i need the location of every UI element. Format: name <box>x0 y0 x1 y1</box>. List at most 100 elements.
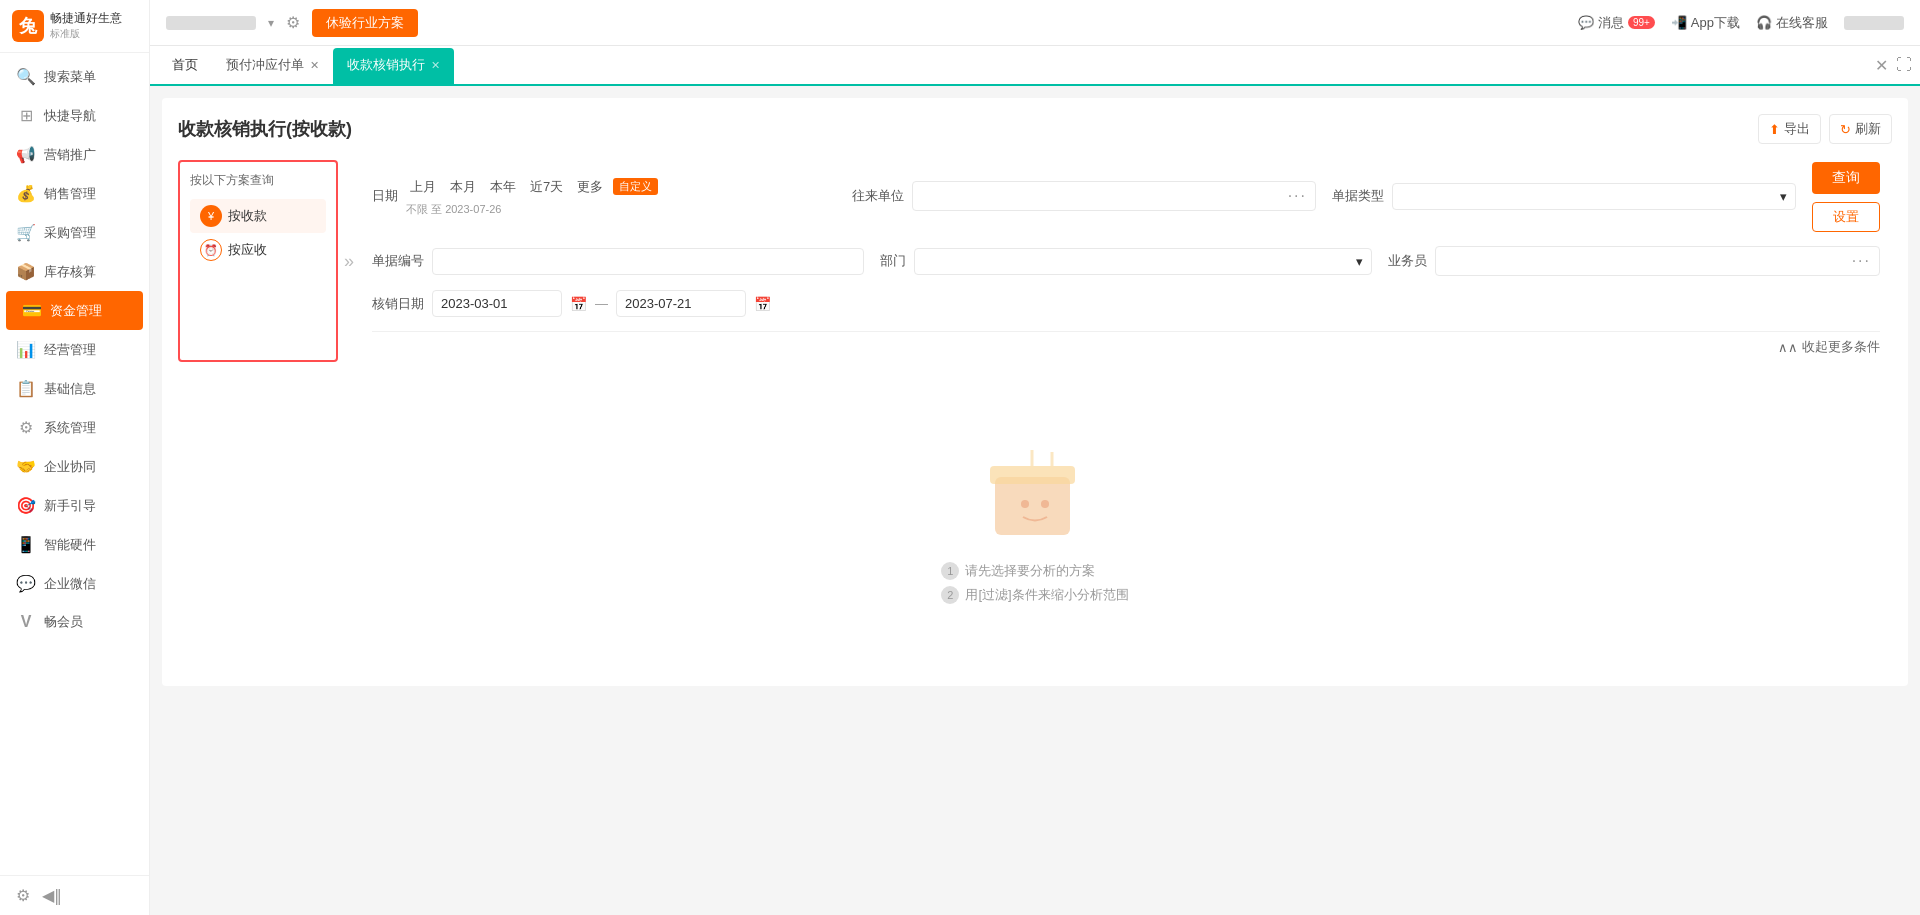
sidebar-item-purchase[interactable]: 🛒 采购管理 <box>0 213 149 252</box>
sidebar-nav: 🔍 搜索菜单 ⊞ 快捷导航 📢 营销推广 💰 销售管理 🛒 采购管理 📦 库存核… <box>0 53 149 875</box>
tab-home[interactable]: 首页 <box>158 48 212 84</box>
collapse-conditions-button[interactable]: ∧∧ 收起更多条件 <box>1778 338 1880 356</box>
receipt-option-icon: ¥ <box>200 205 222 227</box>
sidebar-item-quick-nav[interactable]: ⊞ 快捷导航 <box>0 96 149 135</box>
calendar-start-icon[interactable]: 📅 <box>570 296 587 312</box>
voucher-type-select[interactable]: ▾ <box>1392 183 1796 210</box>
tab-expand-button[interactable]: ⛶ <box>1896 56 1912 74</box>
sidebar-bottom: ⚙ ◀‖ <box>0 875 149 915</box>
tab-prepay[interactable]: 预付冲应付单 ✕ <box>212 48 333 84</box>
query-button[interactable]: 查询 <box>1812 162 1880 194</box>
sidebar-item-label: 资金管理 <box>50 302 102 320</box>
sidebar-item-inventory[interactable]: 📦 库存核算 <box>0 252 149 291</box>
export-button[interactable]: ⬆ 导出 <box>1758 114 1821 144</box>
tab-receipt-verify-close-icon[interactable]: ✕ <box>431 59 440 72</box>
sales-icon: 💰 <box>16 184 36 203</box>
sidebar-item-label: 企业微信 <box>44 575 96 593</box>
sidebar-item-hardware[interactable]: 📱 智能硬件 <box>0 525 149 564</box>
main-area: ▾ ⚙ 休验行业方案 💬 消息 99+ 📲 App下载 🎧 在线客服 首页 <box>150 0 1920 915</box>
counterparty-field: 往来单位 ··· <box>852 181 1316 211</box>
sidebar-item-enterprise[interactable]: 🤝 企业协同 <box>0 447 149 486</box>
sidebar-item-marketing[interactable]: 📢 营销推广 <box>0 135 149 174</box>
sidebar-item-member[interactable]: V 畅会员 <box>0 603 149 641</box>
sidebar-item-operations[interactable]: 📊 经营管理 <box>0 330 149 369</box>
refresh-button[interactable]: ↻ 刷新 <box>1829 114 1892 144</box>
message-button[interactable]: 💬 消息 99+ <box>1578 14 1655 32</box>
filter-option-by-receipt[interactable]: ¥ 按收款 <box>190 199 326 233</box>
online-service-button[interactable]: 🎧 在线客服 <box>1756 14 1828 32</box>
receivable-option-icon: ⏰ <box>200 239 222 261</box>
date-last-month[interactable]: 上月 <box>406 176 440 198</box>
export-icon: ⬆ <box>1769 122 1780 137</box>
date-this-year[interactable]: 本年 <box>486 176 520 198</box>
tab-close-button[interactable]: ✕ <box>1875 56 1888 75</box>
page-title-row: 收款核销执行(按收款) ⬆ 导出 ↻ 刷新 <box>178 114 1892 144</box>
counterparty-ellipsis-icon[interactable]: ··· <box>1288 187 1307 205</box>
svg-point-2 <box>1021 500 1029 508</box>
filter-scheme-title: 按以下方案查询 <box>190 172 326 189</box>
date-this-month[interactable]: 本月 <box>446 176 480 198</box>
sidebar-item-label: 采购管理 <box>44 224 96 242</box>
verify-date-start-input[interactable] <box>432 290 562 317</box>
empty-state: 1 请先选择要分析的方案 2 用[过滤]条件来缩小分析范围 <box>178 362 1892 670</box>
sidebar-item-guide[interactable]: 🎯 新手引导 <box>0 486 149 525</box>
date-no-limit: 不限 至 2023-07-26 <box>406 202 658 217</box>
refresh-label: 刷新 <box>1855 120 1881 138</box>
filter-collapse-button[interactable]: » <box>338 160 360 362</box>
topbar-brand <box>166 16 256 30</box>
sidebar-item-label: 畅会员 <box>44 613 83 631</box>
sidebar-item-label: 系统管理 <box>44 419 96 437</box>
verify-date-range: 📅 — 📅 <box>432 290 771 317</box>
sidebar-item-label: 库存核算 <box>44 263 96 281</box>
empty-hints: 1 请先选择要分析的方案 2 用[过滤]条件来缩小分析范围 <box>941 562 1128 610</box>
filter-option-by-receivable[interactable]: ⏰ 按应收 <box>190 233 326 267</box>
verify-date-label: 核销日期 <box>372 295 424 313</box>
tabs-actions: ✕ ⛶ <box>1875 56 1912 75</box>
set-button[interactable]: 设置 <box>1812 202 1880 232</box>
sidebar-item-search-menu[interactable]: 🔍 搜索菜单 <box>0 57 149 96</box>
filter-scheme-panel: 按以下方案查询 ¥ 按收款 ⏰ 按应收 <box>178 160 338 362</box>
sidebar-item-sales[interactable]: 💰 销售管理 <box>0 174 149 213</box>
voucher-no-input[interactable] <box>432 248 864 275</box>
message-icon: 💬 <box>1578 15 1594 30</box>
sidebar-collapse-icon[interactable]: ◀‖ <box>42 886 62 905</box>
sidebar-item-label: 基础信息 <box>44 380 96 398</box>
solution-button[interactable]: 休验行业方案 <box>312 9 418 37</box>
sidebar-item-wechat[interactable]: 💬 企业微信 <box>0 564 149 603</box>
verify-date-end-input[interactable] <box>616 290 746 317</box>
dept-select[interactable]: ▾ <box>914 248 1372 275</box>
topbar-gear-icon[interactable]: ⚙ <box>286 13 300 32</box>
sidebar-item-capital[interactable]: 💳 资金管理 <box>6 291 143 330</box>
filter-row-1: 日期 上月 本月 本年 近7天 更多 自定义 不限 至 <box>372 160 1880 232</box>
calendar-end-icon[interactable]: 📅 <box>754 296 771 312</box>
operations-icon: 📊 <box>16 340 36 359</box>
search-menu-icon: 🔍 <box>16 67 36 86</box>
online-service-label: 在线客服 <box>1776 14 1828 32</box>
date-more[interactable]: 更多 <box>573 176 607 198</box>
sales-rep-input[interactable]: ··· <box>1435 246 1880 276</box>
tab-prepay-close-icon[interactable]: ✕ <box>310 59 319 72</box>
app-name: 畅捷通好生意 <box>50 11 122 27</box>
bottom-settings-icon[interactable]: ⚙ <box>16 886 30 905</box>
page-container: 收款核销执行(按收款) ⬆ 导出 ↻ 刷新 按以下方案查询 <box>162 98 1908 686</box>
filter-panel: 按以下方案查询 ¥ 按收款 ⏰ 按应收 » <box>178 160 1892 362</box>
guide-icon: 🎯 <box>16 496 36 515</box>
counterparty-input[interactable]: ··· <box>912 181 1316 211</box>
date-field: 日期 上月 本月 本年 近7天 更多 自定义 不限 至 <box>372 176 836 217</box>
counterparty-label: 往来单位 <box>852 187 904 205</box>
app-download-button[interactable]: 📲 App下载 <box>1671 14 1740 32</box>
tab-receipt-verify[interactable]: 收款核销执行 ✕ <box>333 48 454 84</box>
sidebar-item-system[interactable]: ⚙ 系统管理 <box>0 408 149 447</box>
hint-num-2: 2 <box>941 586 959 604</box>
sidebar-item-basic-info[interactable]: 📋 基础信息 <box>0 369 149 408</box>
content-area: 收款核销执行(按收款) ⬆ 导出 ↻ 刷新 按以下方案查询 <box>150 86 1920 915</box>
hint-text-1: 请先选择要分析的方案 <box>965 562 1095 580</box>
sales-rep-label: 业务员 <box>1388 252 1427 270</box>
topbar-chevron-icon[interactable]: ▾ <box>268 16 274 30</box>
sales-rep-ellipsis-icon[interactable]: ··· <box>1852 252 1871 270</box>
date-7days[interactable]: 近7天 <box>526 176 567 198</box>
chevron-down-icon: ▾ <box>1780 189 1787 204</box>
date-custom-badge[interactable]: 自定义 <box>613 178 658 195</box>
topbar-brand-blur <box>166 16 256 30</box>
filter-row-2: 单据编号 部门 ▾ 业务员 <box>372 246 1880 276</box>
